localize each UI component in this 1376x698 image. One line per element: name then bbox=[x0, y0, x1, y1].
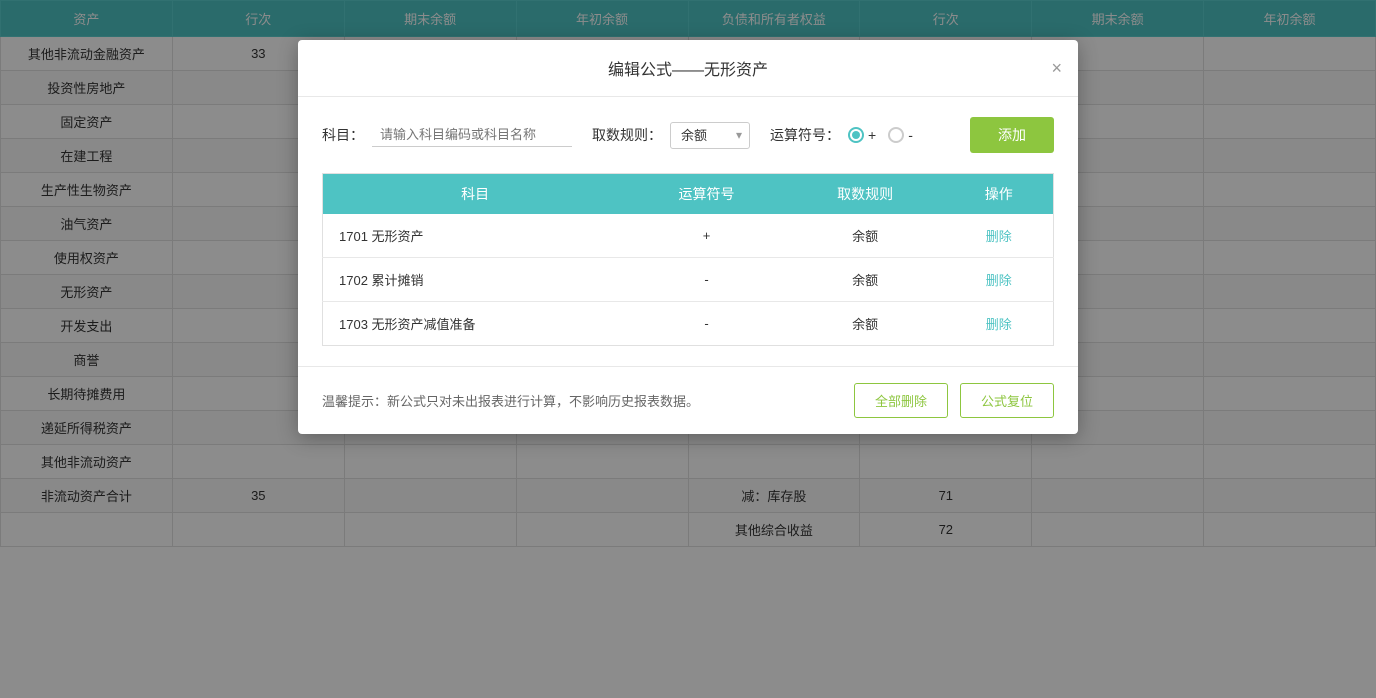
formula-table: 科目 运算符号 取数规则 操作 1701 无形资产+余额删除1702 累计摊销-… bbox=[322, 173, 1054, 346]
formula-row: 1703 无形资产减值准备-余额 删除 bbox=[323, 302, 1054, 346]
radio-group: + - bbox=[848, 127, 913, 143]
formula-rule: 余额 bbox=[786, 214, 945, 258]
radio-minus-circle bbox=[888, 127, 904, 143]
radio-plus-circle bbox=[848, 127, 864, 143]
formula-row: 1701 无形资产+余额 删除 bbox=[323, 214, 1054, 258]
table-header-row: 科目 运算符号 取数规则 操作 bbox=[323, 174, 1054, 215]
formula-subject: 1701 无形资产 bbox=[323, 214, 628, 258]
rule-select[interactable]: 余额 借方 贷方 bbox=[670, 122, 750, 149]
modal-overlay: 编辑公式——无形资产 × 科目： 取数规则： 余额 借方 bbox=[0, 0, 1376, 698]
th-rule: 取数规则 bbox=[786, 174, 945, 215]
th-subject: 科目 bbox=[323, 174, 628, 215]
operator-label: 运算符号： bbox=[770, 125, 840, 145]
subject-input[interactable] bbox=[372, 123, 572, 147]
radio-plus-label: + bbox=[868, 127, 876, 143]
delete-row-link[interactable]: 删除 bbox=[986, 317, 1012, 332]
modal-close-button[interactable]: × bbox=[1051, 59, 1062, 77]
rule-select-wrapper: 余额 借方 贷方 bbox=[670, 122, 750, 149]
formula-operator: - bbox=[627, 258, 786, 302]
operator-group: 运算符号： + - bbox=[770, 125, 913, 145]
formula-operator: - bbox=[627, 302, 786, 346]
modal-body: 科目： 取数规则： 余额 借方 贷方 运算符号 bbox=[298, 97, 1078, 366]
form-row: 科目： 取数规则： 余额 借方 贷方 运算符号 bbox=[322, 117, 1054, 153]
footer-tip: 温馨提示：新公式只对未出报表进行计算，不影响历史报表数据。 bbox=[322, 391, 699, 410]
subject-label: 科目： bbox=[322, 125, 364, 145]
formula-rule: 余额 bbox=[786, 258, 945, 302]
add-button[interactable]: 添加 bbox=[970, 117, 1054, 153]
formula-operator: + bbox=[627, 214, 786, 258]
formula-row: 1702 累计摊销-余额 删除 bbox=[323, 258, 1054, 302]
radio-plus-item[interactable]: + bbox=[848, 127, 876, 143]
reset-formula-button[interactable]: 公式复位 bbox=[960, 383, 1054, 418]
footer-buttons: 全部删除 公式复位 bbox=[854, 383, 1054, 418]
delete-all-button[interactable]: 全部删除 bbox=[854, 383, 948, 418]
rule-group: 取数规则： 余额 借方 贷方 bbox=[592, 122, 750, 149]
modal-header: 编辑公式——无形资产 × bbox=[298, 40, 1078, 97]
th-operator: 运算符号 bbox=[627, 174, 786, 215]
modal-footer: 温馨提示：新公式只对未出报表进行计算，不影响历史报表数据。 全部删除 公式复位 bbox=[298, 366, 1078, 434]
formula-action: 删除 bbox=[944, 214, 1053, 258]
modal-title: 编辑公式——无形资产 bbox=[608, 56, 768, 80]
radio-minus-item[interactable]: - bbox=[888, 127, 913, 143]
radio-minus-label: - bbox=[908, 127, 913, 143]
formula-rule: 余额 bbox=[786, 302, 945, 346]
th-action: 操作 bbox=[944, 174, 1053, 215]
formula-action: 删除 bbox=[944, 258, 1053, 302]
formula-subject: 1702 累计摊销 bbox=[323, 258, 628, 302]
formula-subject: 1703 无形资产减值准备 bbox=[323, 302, 628, 346]
formula-action: 删除 bbox=[944, 302, 1053, 346]
rule-label: 取数规则： bbox=[592, 125, 662, 145]
modal-dialog: 编辑公式——无形资产 × 科目： 取数规则： 余额 借方 bbox=[298, 40, 1078, 434]
delete-row-link[interactable]: 删除 bbox=[986, 273, 1012, 288]
subject-group: 科目： bbox=[322, 123, 572, 147]
delete-row-link[interactable]: 删除 bbox=[986, 229, 1012, 244]
